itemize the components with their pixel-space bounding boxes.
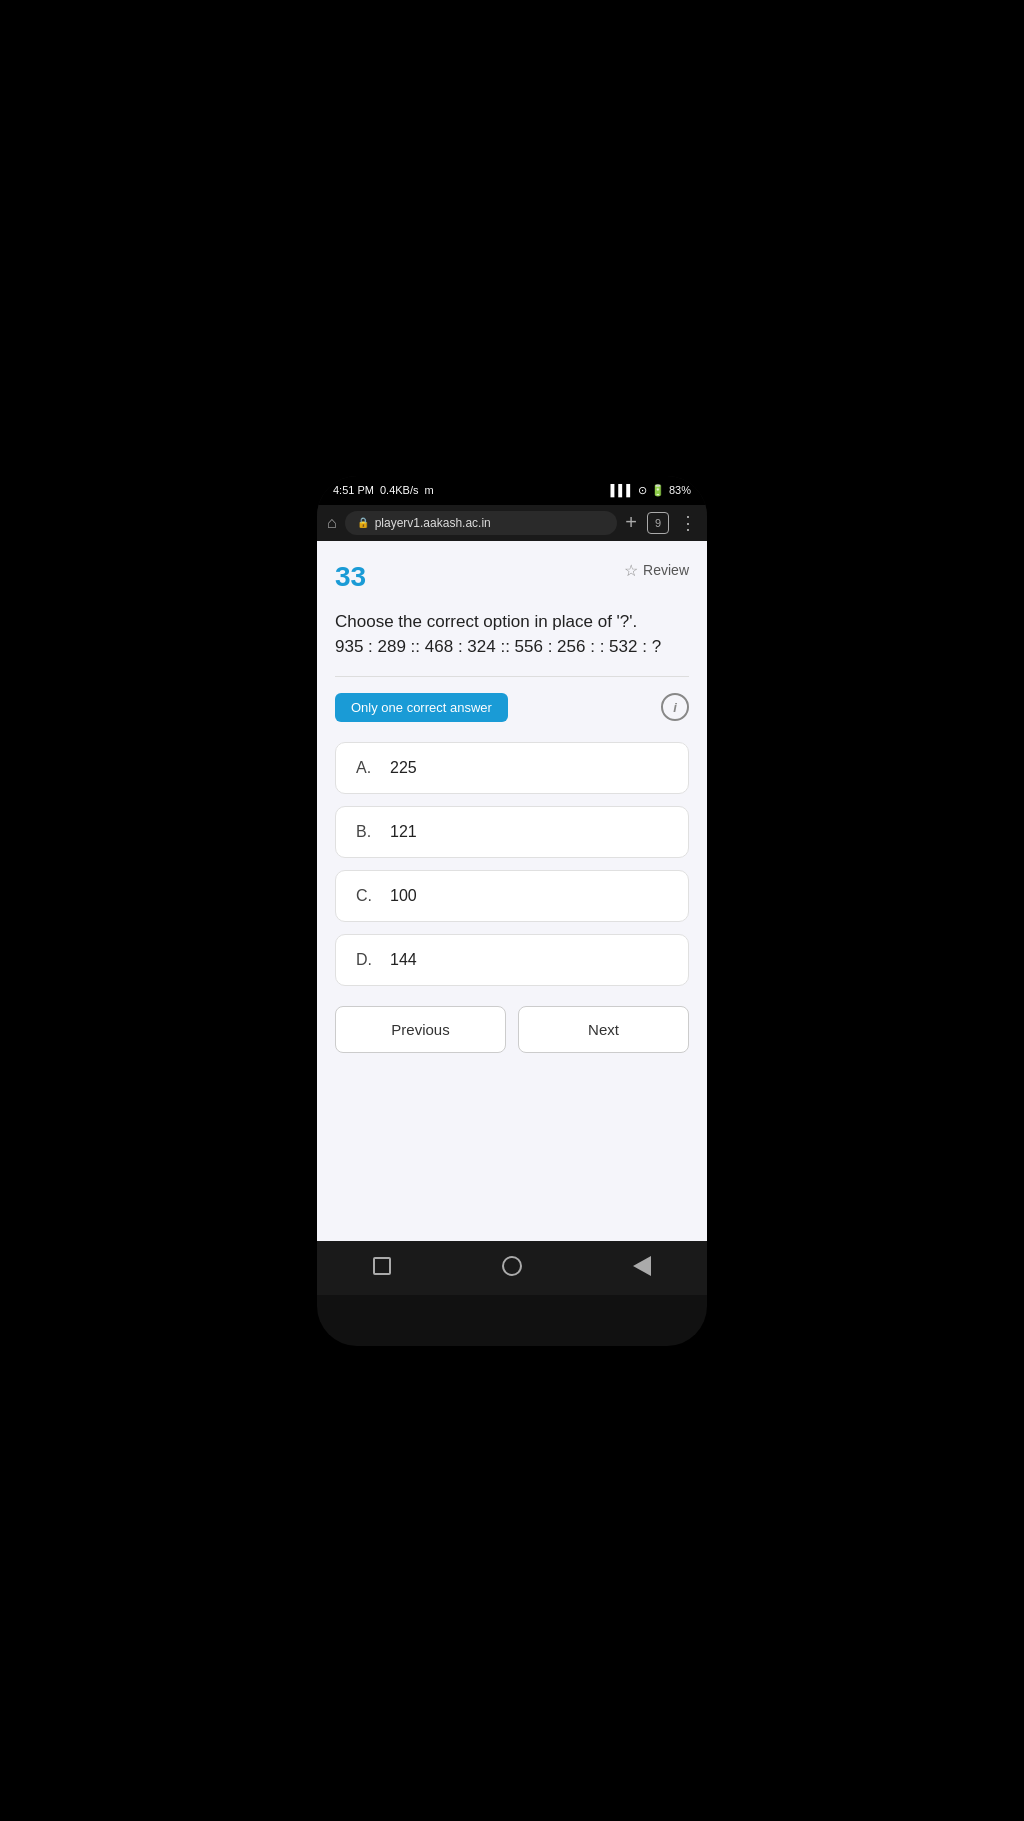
main-content: 33 ☆ Review Choose the correct option in… (317, 541, 707, 1241)
bottom-nav-bar (317, 1241, 707, 1295)
review-label: Review (643, 562, 689, 578)
question-header: 33 ☆ Review (335, 561, 689, 593)
carrier: m (425, 484, 434, 496)
circle-icon (502, 1256, 522, 1276)
tab-count[interactable]: 9 (647, 512, 669, 534)
wifi-icon: ⊙ (638, 484, 647, 497)
status-left: 4:51 PM 0.4KB/s m (333, 484, 434, 496)
menu-dots-icon[interactable]: ⋮ (679, 512, 697, 534)
time: 4:51 PM (333, 484, 374, 496)
divider (335, 676, 689, 677)
browser-actions: + 9 ⋮ (625, 511, 697, 534)
answer-type-badge: Only one correct answer (335, 693, 508, 722)
add-tab-icon[interactable]: + (625, 511, 637, 534)
option-d[interactable]: D. 144 (335, 934, 689, 986)
badge-area: Only one correct answer i (335, 693, 689, 722)
option-b-label: B. (356, 823, 376, 841)
option-d-value: 144 (390, 951, 417, 969)
option-c[interactable]: C. 100 (335, 870, 689, 922)
speed: 0.4KB/s (380, 484, 419, 496)
star-icon: ☆ (624, 561, 638, 580)
question-number: 33 (335, 561, 366, 593)
option-b[interactable]: B. 121 (335, 806, 689, 858)
battery-percent: 83% (669, 484, 691, 496)
recents-nav-button[interactable] (627, 1251, 657, 1281)
address-bar[interactable]: 🔒 playerv1.aakash.ac.in (345, 511, 618, 535)
lock-icon: 🔒 (357, 517, 369, 528)
previous-button[interactable]: Previous (335, 1006, 506, 1053)
signal-icon: ▌▌▌ (611, 484, 634, 496)
url-text: playerv1.aakash.ac.in (375, 516, 491, 530)
option-a-value: 225 (390, 759, 417, 777)
status-right: ▌▌▌ ⊙ 🔋 83% (611, 484, 691, 497)
option-c-value: 100 (390, 887, 417, 905)
back-nav-button[interactable] (367, 1251, 397, 1281)
option-d-label: D. (356, 951, 376, 969)
browser-bar: ⌂ 🔒 playerv1.aakash.ac.in + 9 ⋮ (317, 505, 707, 541)
options-list: A. 225 B. 121 C. 100 D. 144 (335, 742, 689, 986)
question-text: Choose the correct option in place of '?… (335, 609, 689, 660)
next-button[interactable]: Next (518, 1006, 689, 1053)
home-nav-button[interactable] (497, 1251, 527, 1281)
home-button[interactable]: ⌂ (327, 514, 337, 532)
info-icon[interactable]: i (661, 693, 689, 721)
status-bar: 4:51 PM 0.4KB/s m ▌▌▌ ⊙ 🔋 83% (317, 476, 707, 505)
review-button[interactable]: ☆ Review (624, 561, 689, 580)
option-b-value: 121 (390, 823, 417, 841)
option-a-label: A. (356, 759, 376, 777)
question-series: 935 : 289 :: 468 : 324 :: 556 : 256 : : … (335, 637, 661, 656)
battery-icon: 🔋 (651, 484, 665, 497)
option-c-label: C. (356, 887, 376, 905)
option-a[interactable]: A. 225 (335, 742, 689, 794)
phone-frame: 4:51 PM 0.4KB/s m ▌▌▌ ⊙ 🔋 83% ⌂ 🔒 player… (317, 476, 707, 1346)
triangle-icon (633, 1256, 651, 1276)
square-icon (373, 1257, 391, 1275)
nav-buttons: Previous Next (335, 1006, 689, 1053)
